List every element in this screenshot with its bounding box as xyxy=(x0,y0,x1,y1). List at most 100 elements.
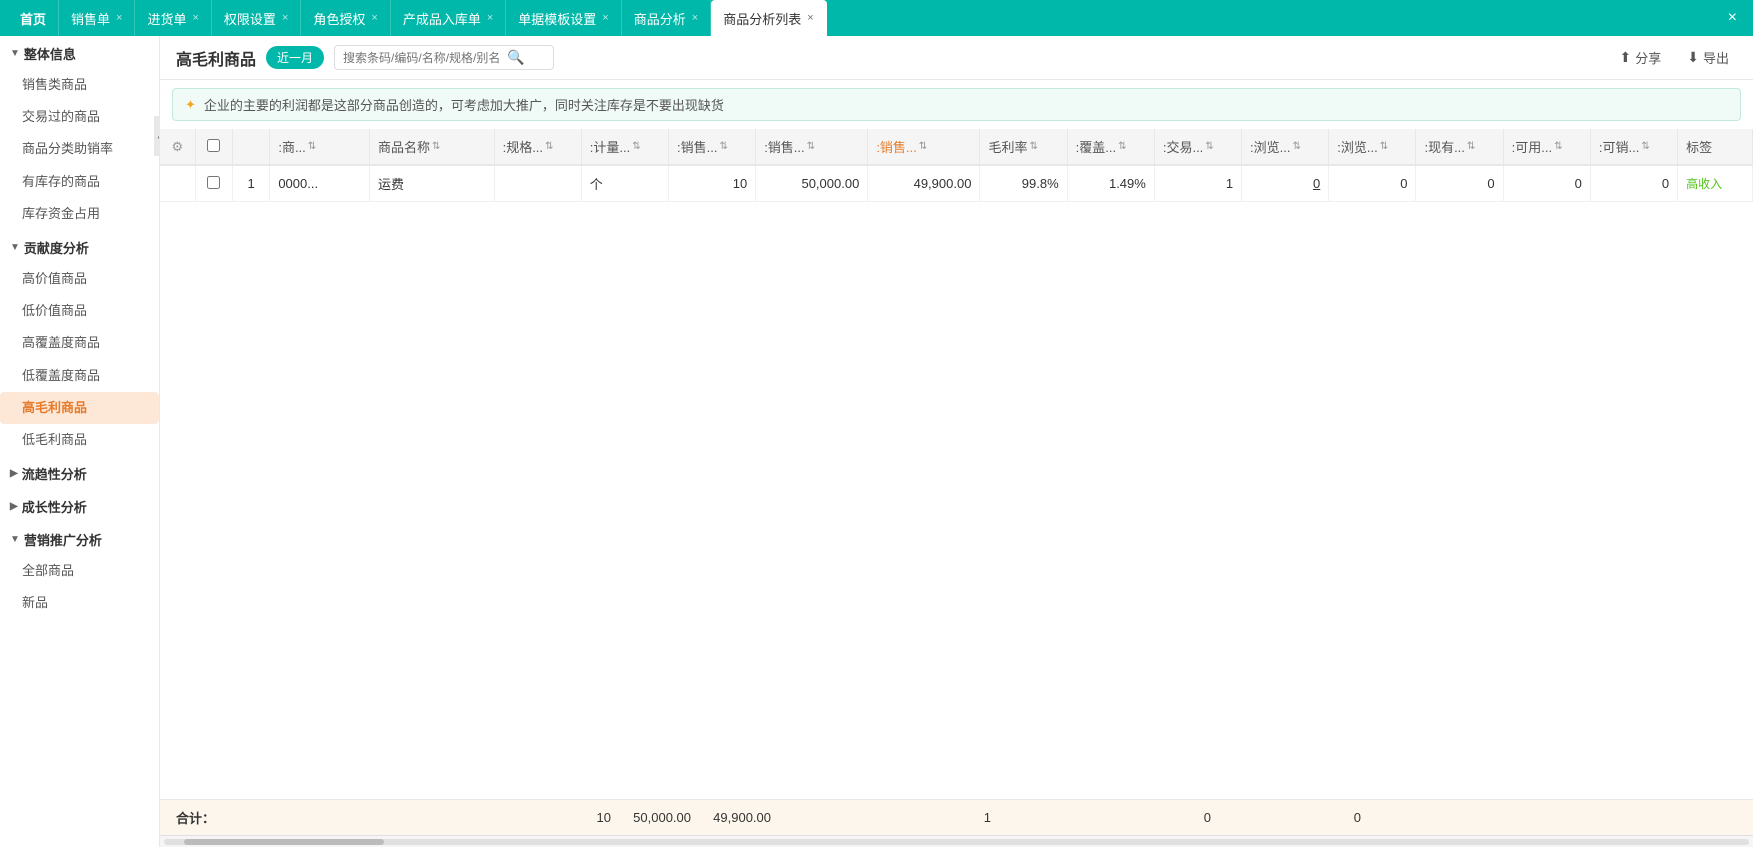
scrollbar-thumb[interactable] xyxy=(184,839,384,845)
sidebar-section-marketing[interactable]: ▼ 营销推广分析 xyxy=(0,522,159,555)
row-checkbox[interactable] xyxy=(207,176,220,189)
table-row: 1 0000... 运费 个 10 50,000.00 49,900.00 99… xyxy=(160,165,1753,202)
col-header-checkbox[interactable] xyxy=(195,129,232,165)
nav-tab-inbound[interactable]: 产成品入库单 × xyxy=(391,0,506,36)
export-icon: ⬇ xyxy=(1687,49,1699,66)
sort-icon-browse2[interactable]: ⇅ xyxy=(1380,141,1388,152)
sidebar-item-in-stock[interactable]: 有库存的商品 xyxy=(0,166,159,198)
close-tab-template[interactable]: × xyxy=(602,12,608,24)
sort-icon-coverage[interactable]: ⇅ xyxy=(1118,141,1126,152)
nav-tab-analysis-list[interactable]: 商品分析列表 × xyxy=(711,0,826,36)
sidebar-section-contribution[interactable]: ▼ 贡献度分析 xyxy=(0,230,159,263)
nav-tab-template[interactable]: 单据模板设置 × xyxy=(506,0,621,36)
footer-total-trade: 1 xyxy=(919,810,999,825)
sort-icon-current-stock[interactable]: ⇅ xyxy=(1467,141,1475,152)
cell-browse1[interactable]: 0 xyxy=(1242,165,1329,202)
cell-coverage: 1.49% xyxy=(1067,165,1154,202)
sort-icon-sale-profit[interactable]: ⇅ xyxy=(919,141,927,152)
sidebar-item-low-coverage[interactable]: 低覆盖度商品 xyxy=(0,360,159,392)
sort-icon-trade[interactable]: ⇅ xyxy=(1205,141,1213,152)
cell-sale-qty: 10 xyxy=(668,165,755,202)
col-header-spec[interactable]: :规格... ⇅ xyxy=(494,129,581,165)
main-layout: « ▼ 整体信息 销售类商品 交易过的商品 商品分类助销率 有库存的商品 库存资… xyxy=(0,36,1753,847)
info-text: 企业的主要的利润都是这部分商品创造的，可考虑加大推广，同时关注库存是不要出现缺货 xyxy=(204,95,724,114)
close-tab-permission[interactable]: × xyxy=(282,12,288,24)
share-button[interactable]: ⬆ 分享 xyxy=(1612,44,1670,71)
sort-icon-sale-amount[interactable]: ⇅ xyxy=(807,141,815,152)
scrollbar-track[interactable] xyxy=(164,839,1749,845)
col-header-gear[interactable]: ⚙ xyxy=(160,129,195,165)
sidebar-item-high-margin[interactable]: 高毛利商品 xyxy=(0,392,159,424)
col-header-gross-margin[interactable]: 毛利率 ⇅ xyxy=(980,129,1067,165)
cell-checkbox[interactable] xyxy=(195,165,232,202)
gear-icon[interactable]: ⚙ xyxy=(171,139,183,154)
col-header-tag: 标签 xyxy=(1678,129,1753,165)
col-header-trade[interactable]: :交易... ⇅ xyxy=(1154,129,1241,165)
sidebar-item-low-margin[interactable]: 低毛利商品 xyxy=(0,424,159,456)
search-input[interactable] xyxy=(343,51,503,65)
col-header-browse2[interactable]: :浏览... ⇅ xyxy=(1329,129,1416,165)
nav-tab-purchase[interactable]: 进货单 × xyxy=(135,0,211,36)
sidebar-section-overall[interactable]: ▼ 整体信息 xyxy=(0,36,159,69)
nav-tab-permission[interactable]: 权限设置 × xyxy=(212,0,301,36)
sort-icon-browse1[interactable]: ⇅ xyxy=(1293,141,1301,152)
sidebar-item-all-goods[interactable]: 全部商品 xyxy=(0,555,159,587)
close-tab-sales[interactable]: × xyxy=(116,12,122,24)
col-header-unit[interactable]: :计量... ⇅ xyxy=(581,129,668,165)
sort-icon-gross-margin[interactable]: ⇅ xyxy=(1029,141,1037,152)
footer-label: 合计： xyxy=(176,808,215,827)
nav-tab-role[interactable]: 角色授权 × xyxy=(301,0,390,36)
col-header-current-stock[interactable]: :现有... ⇅ xyxy=(1416,129,1503,165)
col-header-available-stock[interactable]: :可用... ⇅ xyxy=(1503,129,1590,165)
sidebar-item-stock-capital[interactable]: 库存资金占用 xyxy=(0,198,159,230)
export-button[interactable]: ⬇ 导出 xyxy=(1679,44,1737,71)
cell-sale-profit: 49,900.00 xyxy=(868,165,980,202)
cell-current-stock: 0 xyxy=(1416,165,1503,202)
close-tab-inbound[interactable]: × xyxy=(487,12,493,24)
col-header-sale-amount[interactable]: :销售... ⇅ xyxy=(756,129,868,165)
col-header-sale-qty[interactable]: :销售... ⇅ xyxy=(668,129,755,165)
filter-recent-month[interactable]: 近一月 xyxy=(266,46,324,69)
expand-arrow-growth: ▶ xyxy=(10,501,18,512)
close-tab-role[interactable]: × xyxy=(371,12,377,24)
sort-icon-unit[interactable]: ⇅ xyxy=(632,141,640,152)
sort-icon-spec[interactable]: ⇅ xyxy=(545,141,553,152)
sidebar-section-growth[interactable]: ▶ 成长性分析 xyxy=(0,489,159,522)
close-tab-purchase[interactable]: × xyxy=(192,12,198,24)
share-icon: ⬆ xyxy=(1620,49,1632,66)
footer-total-bar: 合计： 10 50,000.00 49,900.00 1 0 0 xyxy=(160,799,1753,835)
horizontal-scrollbar[interactable] xyxy=(160,835,1753,847)
sidebar-item-high-value[interactable]: 高价值商品 xyxy=(0,263,159,295)
col-header-name[interactable]: 商品名称 ⇅ xyxy=(370,129,495,165)
sort-icon-name[interactable]: ⇅ xyxy=(432,141,440,152)
expand-arrow-flow: ▶ xyxy=(10,468,18,479)
nav-tab-home[interactable]: 首页 xyxy=(8,0,59,36)
sort-icon-available-stock[interactable]: ⇅ xyxy=(1554,141,1562,152)
search-icon[interactable]: 🔍 xyxy=(507,49,524,66)
col-header-browse1[interactable]: :浏览... ⇅ xyxy=(1242,129,1329,165)
col-header-code[interactable]: :商... ⇅ xyxy=(270,129,370,165)
sort-icon-sale-qty[interactable]: ⇅ xyxy=(719,141,727,152)
sidebar-item-low-value[interactable]: 低价值商品 xyxy=(0,295,159,327)
col-header-coverage[interactable]: :覆盖... ⇅ xyxy=(1067,129,1154,165)
sidebar-item-new-goods[interactable]: 新品 xyxy=(0,587,159,619)
sidebar-item-sales-goods[interactable]: 销售类商品 xyxy=(0,69,159,101)
sidebar-item-high-coverage[interactable]: 高覆盖度商品 xyxy=(0,327,159,359)
search-box[interactable]: 🔍 xyxy=(334,45,554,70)
sidebar-item-traded-goods[interactable]: 交易过的商品 xyxy=(0,101,159,133)
close-tab-analysis-list[interactable]: × xyxy=(807,12,813,24)
col-header-sellable-stock[interactable]: :可销... ⇅ xyxy=(1590,129,1677,165)
close-tab-analysis[interactable]: × xyxy=(692,12,698,24)
window-close-button[interactable]: × xyxy=(1720,9,1745,27)
sidebar: « ▼ 整体信息 销售类商品 交易过的商品 商品分类助销率 有库存的商品 库存资… xyxy=(0,36,160,847)
table-wrapper[interactable]: ⚙ :商... ⇅ xyxy=(160,129,1753,799)
sidebar-item-category-rate[interactable]: 商品分类助销率 xyxy=(0,133,159,165)
sort-icon-sellable-stock[interactable]: ⇅ xyxy=(1641,141,1649,152)
nav-tab-sales[interactable]: 销售单 × xyxy=(59,0,135,36)
sort-icon-code[interactable]: ⇅ xyxy=(308,141,316,152)
select-all-checkbox[interactable] xyxy=(207,139,220,152)
cell-sellable-stock: 0 xyxy=(1590,165,1677,202)
nav-tab-analysis[interactable]: 商品分析 × xyxy=(622,0,711,36)
col-header-sale-profit[interactable]: :销售... ⇅ xyxy=(868,129,980,165)
sidebar-section-flow[interactable]: ▶ 流趋性分析 xyxy=(0,456,159,489)
